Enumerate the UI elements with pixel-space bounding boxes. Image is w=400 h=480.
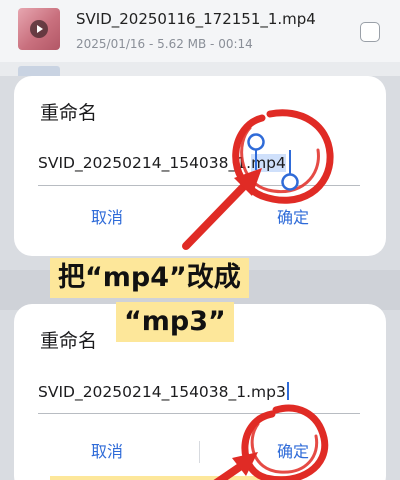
cancel-button[interactable]: 取消 (14, 432, 200, 472)
filename-input[interactable]: SVID_20250214_154038_1.mp4 (38, 146, 360, 186)
dialog-actions: 取消 确定 (14, 198, 386, 238)
filename-prefix: SVID_20250214_154038_1. (38, 154, 252, 172)
file-meta: 2025/01/16 - 5.62 MB - 00:14 (76, 37, 253, 51)
file-name: SVID_20250116_172151_1.mp4 (76, 10, 316, 28)
instruction-callout-line2: “mp3” (116, 302, 234, 342)
dialog-title: 重命名 (40, 102, 98, 124)
play-icon (30, 20, 48, 38)
text-caret (286, 382, 289, 400)
filename-value: SVID_20250214_154038_1.mp3 (38, 383, 286, 401)
instruction-callout-line1: 把“mp4”改成 (50, 258, 249, 298)
dialog-title: 重命名 (40, 330, 98, 352)
filename-input[interactable]: SVID_20250214_154038_1.mp3 (38, 374, 360, 414)
confirm-button[interactable]: 确定 (200, 432, 386, 472)
dialog-actions: 取消 确定 (14, 432, 386, 472)
cancel-button[interactable]: 取消 (14, 198, 200, 238)
checkbox-icon[interactable] (360, 22, 380, 42)
confirm-button[interactable]: 确定 (200, 198, 386, 238)
selected-extension: mp4 (251, 154, 286, 172)
video-thumbnail-icon (18, 8, 60, 50)
callout-strip (50, 476, 290, 480)
file-list-item-partial (0, 62, 400, 76)
rename-dialog: 重命名 SVID_20250214_154038_1.mp4 取消 确定 (14, 76, 386, 256)
video-thumbnail-icon (18, 66, 60, 76)
file-list-item[interactable]: SVID_20250116_172151_1.mp4 2025/01/16 - … (0, 0, 400, 62)
